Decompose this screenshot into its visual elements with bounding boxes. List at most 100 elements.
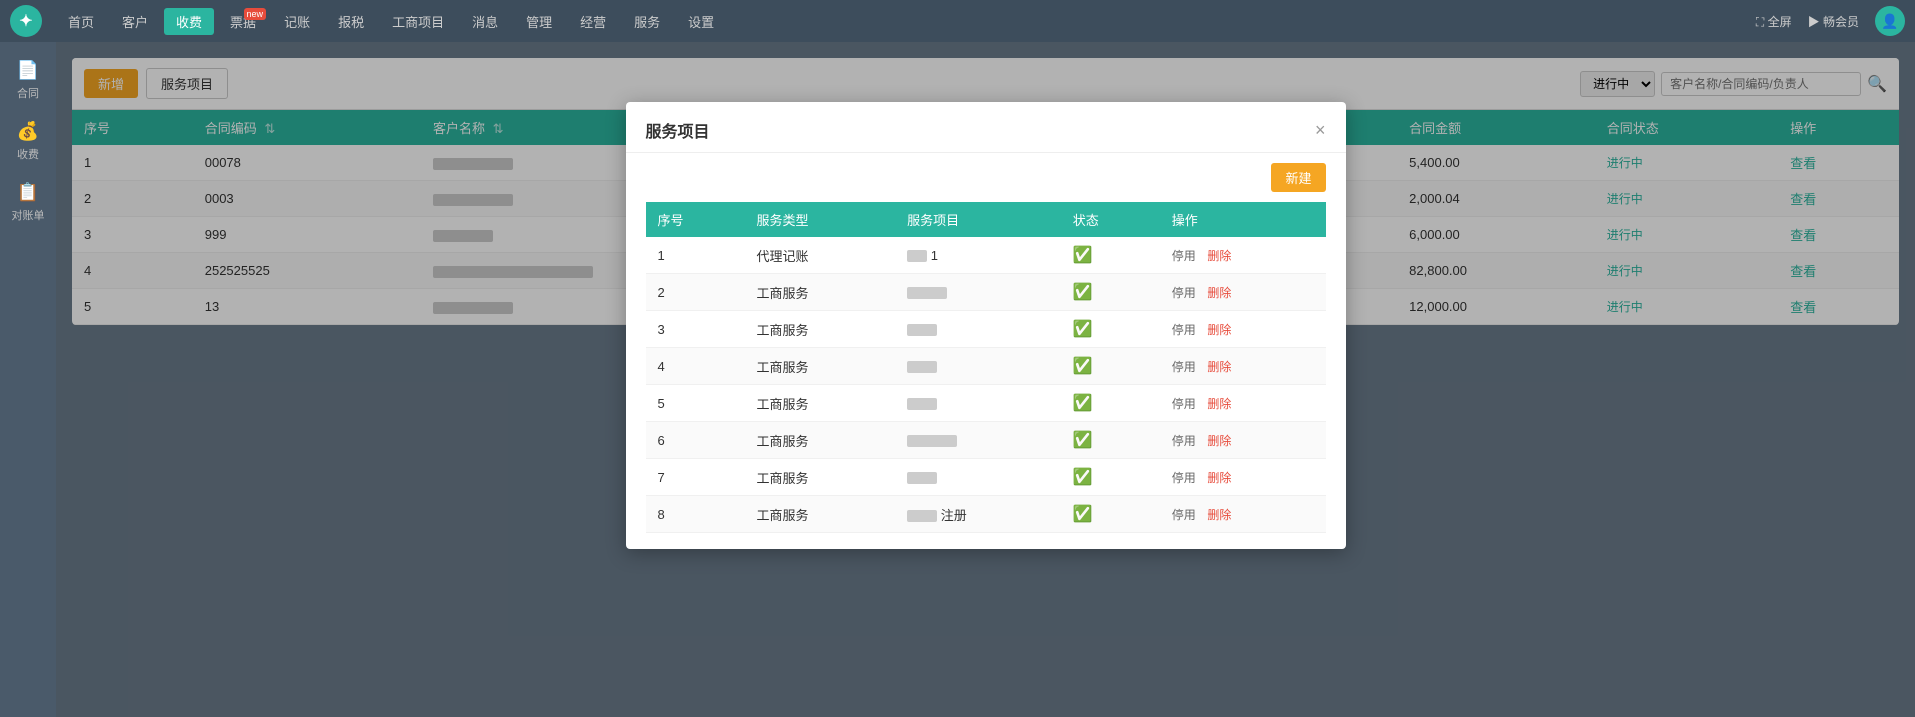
modal-cell-action: 停用 删除	[1160, 274, 1326, 311]
nav-customer[interactable]: 客户	[110, 8, 160, 35]
modal-th-item: 服务项目	[895, 202, 1061, 237]
modal-cell-type: 工商服务	[745, 496, 896, 533]
modal-cell-status: ✅	[1061, 422, 1160, 459]
modal-th-seq: 序号	[646, 202, 745, 237]
delete-button[interactable]: 删除	[1207, 247, 1231, 264]
top-navigation: ✦ 首页 客户 收费 票据 new 记账 报税 工商项目 消息 管理 经营 服务…	[0, 0, 1915, 42]
item-suffix-register: 注册	[941, 508, 967, 523]
modal-cell-seq: 5	[646, 385, 745, 422]
modal-cell-action: 停用 删除	[1160, 459, 1326, 496]
modal-cell-action: 停用 删除	[1160, 237, 1326, 274]
modal-table-row: 8 工商服务 注册 ✅ 停用 删除	[646, 496, 1326, 533]
nav-settings[interactable]: 设置	[676, 8, 726, 35]
sidebar-item-fee[interactable]: 💰 收费	[3, 113, 53, 170]
check-icon: ✅	[1073, 247, 1093, 264]
item-suffix: 1	[931, 248, 938, 263]
modal-cell-type: 工商服务	[745, 311, 896, 348]
modal-th-type: 服务类型	[745, 202, 896, 237]
modal-table-row: 2 工商服务 ✅ 停用 删除	[646, 274, 1326, 311]
check-icon: ✅	[1073, 469, 1093, 486]
nav-message[interactable]: 消息	[460, 8, 510, 35]
sidebar: 📄 合同 💰 收费 📋 对账单	[0, 42, 56, 717]
modal-cell-status: ✅	[1061, 385, 1160, 422]
check-icon: ✅	[1073, 284, 1093, 301]
stop-button[interactable]: 停用	[1172, 321, 1196, 338]
new-badge: new	[244, 8, 267, 20]
stop-button[interactable]: 停用	[1172, 284, 1196, 301]
blurred-item	[907, 435, 957, 447]
nav-operate[interactable]: 经营	[568, 8, 618, 35]
modal-cell-type: 代理记账	[745, 237, 896, 274]
stop-button[interactable]: 停用	[1172, 432, 1196, 449]
reconcile-icon: 📋	[17, 182, 39, 203]
blurred-item	[907, 510, 937, 522]
sidebar-label-contract: 合同	[17, 85, 39, 101]
modal-cell-item	[895, 274, 1061, 311]
check-icon: ✅	[1073, 321, 1093, 338]
stop-button[interactable]: 停用	[1172, 395, 1196, 412]
sidebar-item-reconcile[interactable]: 📋 对账单	[3, 174, 53, 231]
delete-button[interactable]: 删除	[1207, 469, 1231, 486]
blurred-item	[907, 250, 927, 262]
stop-button[interactable]: 停用	[1172, 247, 1196, 264]
modal-th-status: 状态	[1061, 202, 1160, 237]
nav-tax[interactable]: 报税	[326, 8, 376, 35]
modal-table-row: 6 工商服务 ✅ 停用 删除	[646, 422, 1326, 459]
sidebar-item-contract[interactable]: 📄 合同	[3, 52, 53, 109]
nav-bookkeeping[interactable]: 记账	[272, 8, 322, 35]
nav-right: ⛶ 全屏 ▶ 畅会员 👤	[1756, 6, 1905, 36]
blurred-item	[907, 324, 937, 336]
delete-button[interactable]: 删除	[1207, 432, 1231, 449]
member-label[interactable]: ▶ 畅会员	[1808, 13, 1859, 30]
service-items-modal: 服务项目 × 新建 序号 服务类型 服务项目 状态	[626, 102, 1346, 549]
modal-cell-item: 1	[895, 237, 1061, 274]
modal-body: 序号 服务类型 服务项目 状态 操作 1 代理记账 1	[626, 202, 1346, 549]
main-content: 新增 服务项目 进行中 全部 已结束 🔍 序号 合同编码	[56, 42, 1915, 717]
nav-invoice[interactable]: 票据 new	[218, 8, 268, 35]
fullscreen-label[interactable]: ⛶ 全屏	[1756, 13, 1792, 30]
modal-cell-action: 停用 删除	[1160, 348, 1326, 385]
modal-cell-seq: 6	[646, 422, 745, 459]
nav-manage[interactable]: 管理	[514, 8, 564, 35]
delete-button[interactable]: 删除	[1207, 395, 1231, 412]
modal-cell-status: ✅	[1061, 311, 1160, 348]
delete-button[interactable]: 删除	[1207, 284, 1231, 301]
modal-cell-item	[895, 348, 1061, 385]
sidebar-label-reconcile: 对账单	[12, 207, 45, 223]
delete-button[interactable]: 删除	[1207, 506, 1231, 523]
logo-icon: ✦	[19, 11, 32, 31]
nav-business[interactable]: 工商项目	[380, 8, 456, 35]
check-icon: ✅	[1073, 506, 1093, 523]
blurred-item	[907, 398, 937, 410]
blurred-item	[907, 361, 937, 373]
modal-cell-action: 停用 删除	[1160, 496, 1326, 533]
modal-cell-item	[895, 422, 1061, 459]
stop-button[interactable]: 停用	[1172, 469, 1196, 486]
contract-icon: 📄	[17, 60, 39, 81]
modal-close-button[interactable]: ×	[1315, 121, 1326, 139]
modal-table-row: 3 工商服务 ✅ 停用 删除	[646, 311, 1326, 348]
fee-icon: 💰	[17, 121, 39, 142]
modal-table-row: 7 工商服务 ✅ 停用 删除	[646, 459, 1326, 496]
check-icon: ✅	[1073, 395, 1093, 412]
delete-button[interactable]: 删除	[1207, 358, 1231, 375]
nav-items: 首页 客户 收费 票据 new 记账 报税 工商项目 消息 管理 经营 服务 设…	[56, 8, 1756, 35]
modal-cell-seq: 2	[646, 274, 745, 311]
modal-toolbar: 新建	[626, 153, 1346, 202]
stop-button[interactable]: 停用	[1172, 358, 1196, 375]
modal-header: 服务项目 ×	[626, 102, 1346, 153]
check-icon: ✅	[1073, 432, 1093, 449]
nav-service[interactable]: 服务	[622, 8, 672, 35]
delete-button[interactable]: 删除	[1207, 321, 1231, 338]
check-icon: ✅	[1073, 358, 1093, 375]
modal-title: 服务项目	[646, 118, 710, 142]
modal-cell-seq: 8	[646, 496, 745, 533]
modal-cell-status: ✅	[1061, 274, 1160, 311]
user-avatar[interactable]: 👤	[1875, 6, 1905, 36]
modal-table-row: 4 工商服务 ✅ 停用 删除	[646, 348, 1326, 385]
modal-new-button[interactable]: 新建	[1271, 163, 1325, 192]
blurred-item	[907, 287, 947, 299]
stop-button[interactable]: 停用	[1172, 506, 1196, 523]
nav-fee[interactable]: 收费	[164, 8, 214, 35]
nav-home[interactable]: 首页	[56, 8, 106, 35]
